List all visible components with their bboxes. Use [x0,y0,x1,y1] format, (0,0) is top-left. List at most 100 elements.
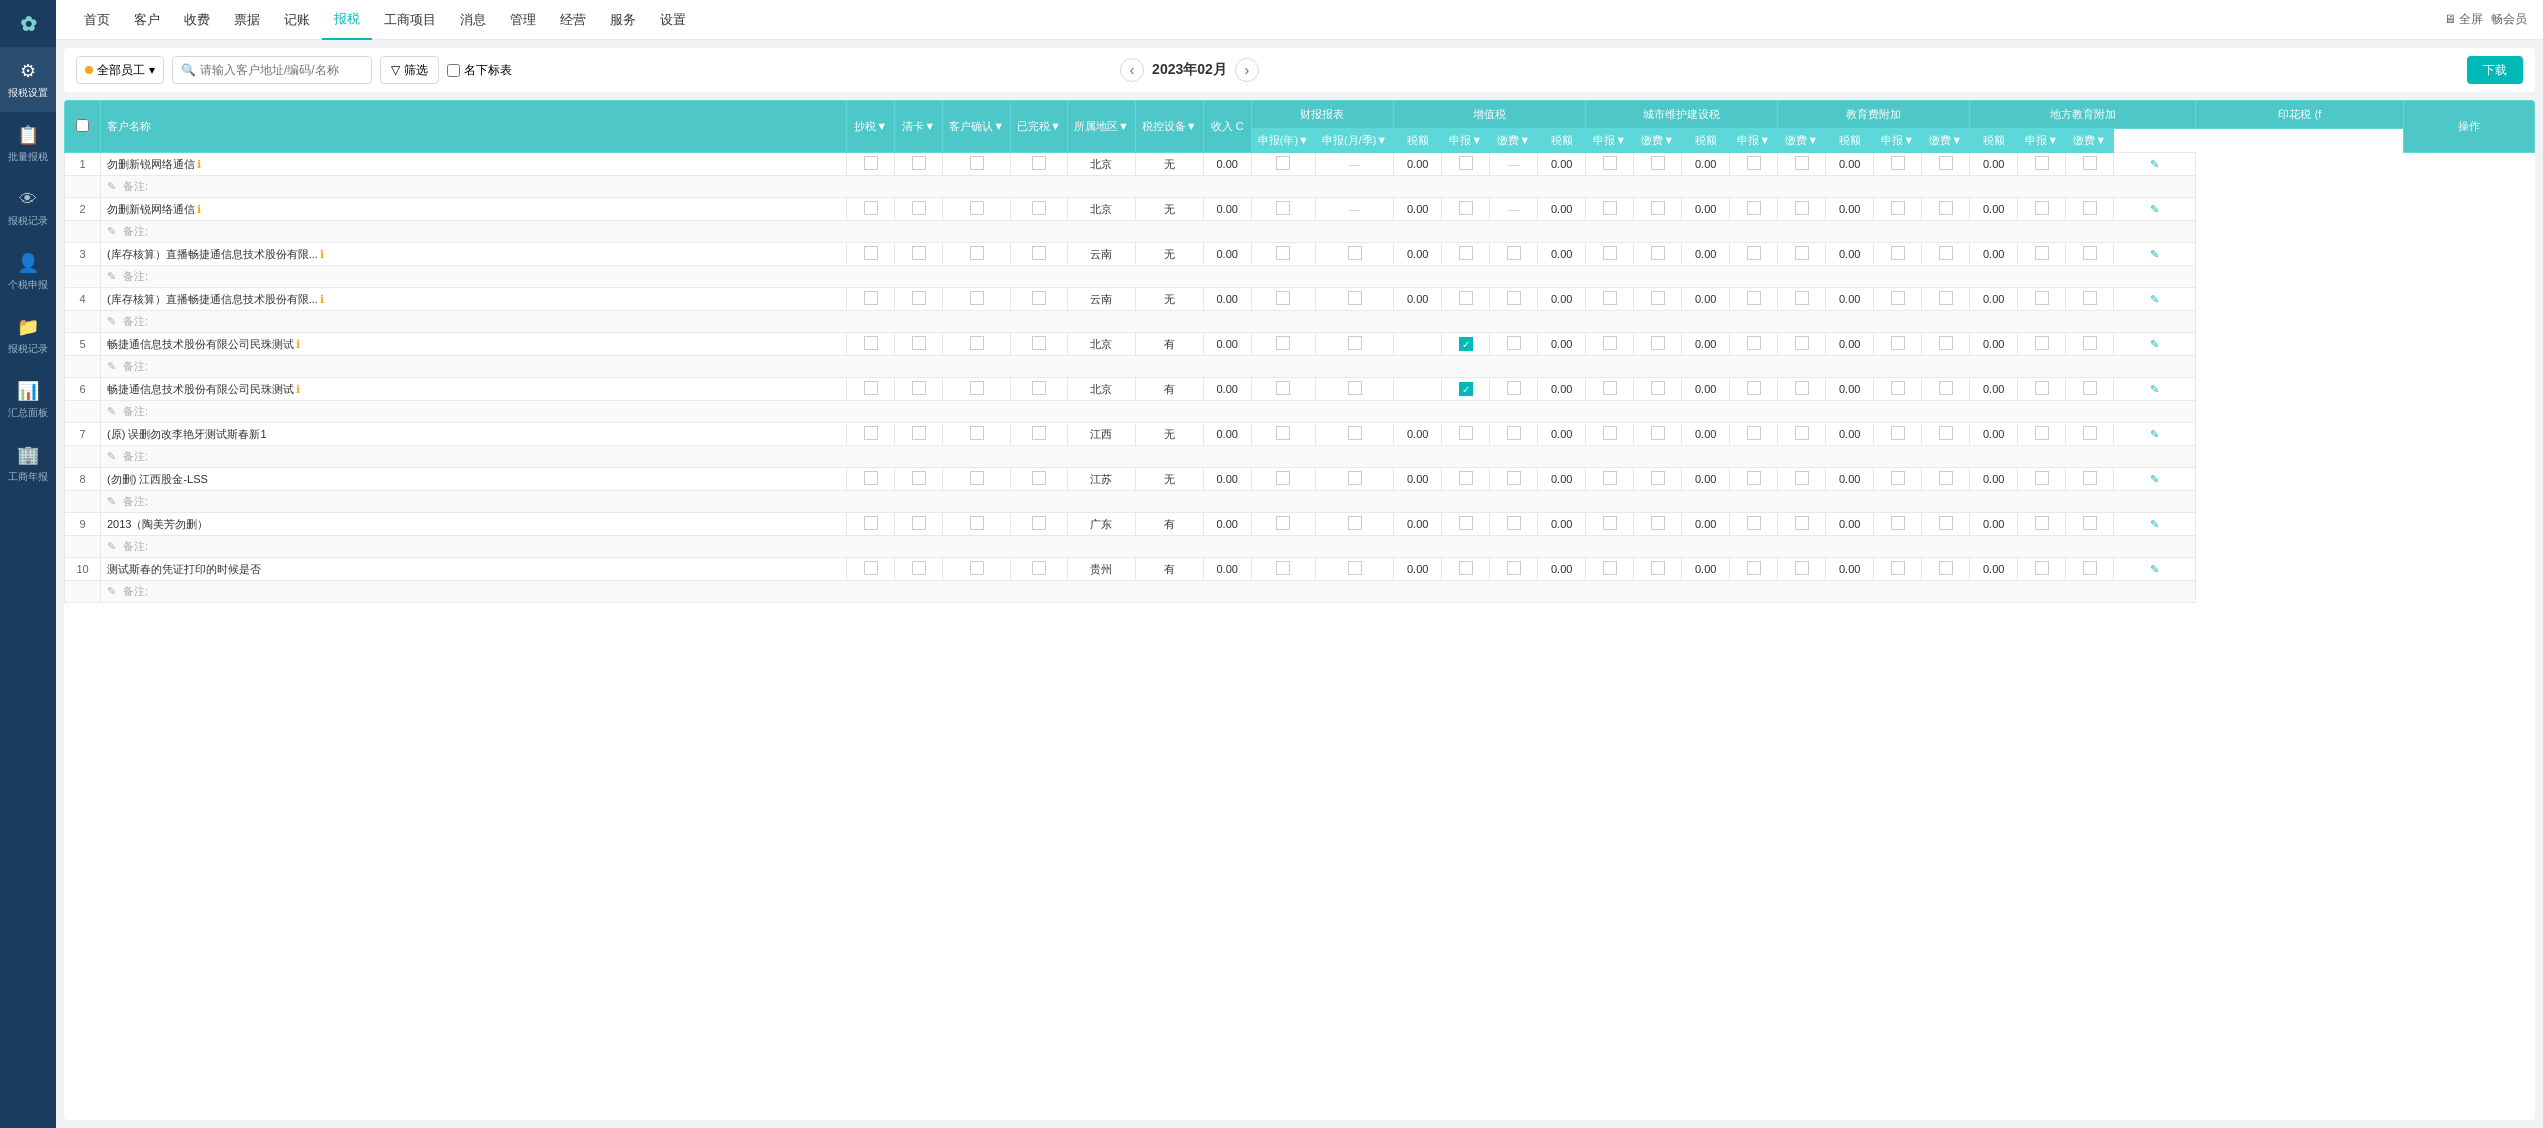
chaoshui-cell[interactable] [847,378,895,401]
edu-shen-cell[interactable] [1730,468,1778,491]
unchecked-box[interactable] [1032,291,1046,305]
qingka-cell[interactable] [895,243,943,266]
edu-jiao-cell[interactable] [1778,423,1826,446]
edu-jiao-cell[interactable] [1778,198,1826,221]
qingka-cell[interactable] [895,153,943,176]
sidebar-item-geshuishenbao[interactable]: 👤 个税申报 [0,240,56,304]
prev-month-button[interactable]: ‹ [1120,58,1144,82]
fin-year-cell[interactable] [1251,333,1315,356]
city-jiao-cell[interactable] [1634,558,1682,581]
unchecked-box[interactable] [1795,516,1809,530]
edu-jiao-cell[interactable] [1778,288,1826,311]
unchecked-box[interactable] [1747,156,1761,170]
stamp-jiao-cell[interactable] [2066,468,2114,491]
unchecked-box[interactable] [1603,516,1617,530]
unchecked-box[interactable] [1795,471,1809,485]
vat-shen-cell[interactable] [1442,558,1490,581]
chaoshui-cell[interactable] [847,153,895,176]
unchecked-box[interactable] [912,561,926,575]
stamp-jiao-cell[interactable] [2066,153,2114,176]
qingka-cell[interactable] [895,513,943,536]
unchecked-box[interactable] [1747,291,1761,305]
stamp-shen-cell[interactable] [2018,423,2066,446]
edit-icon[interactable]: ✎ [2150,518,2159,530]
unchecked-box[interactable] [2083,246,2097,260]
unchecked-box[interactable] [1795,381,1809,395]
unchecked-box[interactable] [1795,561,1809,575]
unchecked-box[interactable] [1348,561,1362,575]
unchecked-box[interactable] [970,246,984,260]
stamp-shen-cell[interactable] [2018,198,2066,221]
vat-shen-cell[interactable]: ✓ [1442,333,1490,356]
unchecked-box[interactable] [1348,381,1362,395]
stamp-jiao-cell[interactable] [2066,333,2114,356]
unchecked-box[interactable] [1459,426,1473,440]
unchecked-box[interactable] [864,156,878,170]
chaoshui-cell[interactable] [847,558,895,581]
unchecked-box[interactable] [912,471,926,485]
unchecked-box[interactable] [1795,246,1809,260]
operation-cell[interactable]: ✎ [2114,243,2196,266]
vat-jiao-cell[interactable] [1490,423,1538,446]
fin-year-cell[interactable] [1251,378,1315,401]
unchecked-box[interactable] [1276,291,1290,305]
unchecked-box[interactable] [1747,516,1761,530]
city-jiao-cell[interactable] [1634,288,1682,311]
unchecked-box[interactable] [1507,426,1521,440]
download-button[interactable]: 下载 [2467,56,2523,84]
unchecked-box[interactable] [1507,561,1521,575]
vat-shen-cell[interactable] [1442,423,1490,446]
confirm-cell[interactable] [943,153,1011,176]
confirm-cell[interactable] [943,243,1011,266]
unchecked-box[interactable] [2083,381,2097,395]
unchecked-box[interactable] [1651,516,1665,530]
unchecked-box[interactable] [912,246,926,260]
stamp-shen-cell[interactable] [2018,153,2066,176]
stamp-jiao-cell[interactable] [2066,558,2114,581]
unchecked-box[interactable] [1459,201,1473,215]
paid-cell[interactable] [1011,153,1068,176]
chaoshui-cell[interactable] [847,288,895,311]
unchecked-box[interactable] [1276,471,1290,485]
local-shen-cell[interactable] [1874,288,1922,311]
warning-icon[interactable]: ℹ [197,203,201,215]
edit-icon[interactable]: ✎ [2150,338,2159,350]
unchecked-box[interactable] [912,291,926,305]
unchecked-box[interactable] [2035,516,2049,530]
local-shen-cell[interactable] [1874,333,1922,356]
unchecked-box[interactable] [1651,156,1665,170]
edit-icon[interactable]: ✎ [2150,563,2159,575]
unchecked-box[interactable] [970,471,984,485]
select-all-checkbox[interactable] [76,119,89,132]
city-jiao-cell[interactable] [1634,513,1682,536]
edit-icon[interactable]: ✎ [2150,383,2159,395]
edu-shen-cell[interactable] [1730,288,1778,311]
operation-cell[interactable]: ✎ [2114,468,2196,491]
city-jiao-cell[interactable] [1634,333,1682,356]
sidebar-item-gongshangnianbaio[interactable]: 🏢 工商年报 [0,432,56,496]
local-shen-cell[interactable] [1874,198,1922,221]
unchecked-box[interactable] [864,516,878,530]
unchecked-box[interactable] [864,426,878,440]
unchecked-box[interactable] [912,426,926,440]
unchecked-box[interactable] [970,516,984,530]
unchecked-box[interactable] [1459,471,1473,485]
unchecked-box[interactable] [1939,246,1953,260]
unchecked-box[interactable] [1348,246,1362,260]
fin-year-cell[interactable] [1251,423,1315,446]
search-box[interactable]: 🔍 [172,56,372,84]
unchecked-box[interactable] [1939,336,1953,350]
vat-shen-cell[interactable] [1442,513,1490,536]
unchecked-box[interactable] [1651,246,1665,260]
local-jiao-cell[interactable] [1922,243,1970,266]
edit-icon[interactable]: ✎ [2150,293,2159,305]
confirm-cell[interactable] [943,333,1011,356]
unchecked-box[interactable] [1747,561,1761,575]
local-shen-cell[interactable] [1874,153,1922,176]
unchecked-box[interactable] [1603,156,1617,170]
paid-cell[interactable] [1011,423,1068,446]
confirm-cell[interactable] [943,513,1011,536]
unchecked-box[interactable] [1939,426,1953,440]
local-jiao-cell[interactable] [1922,513,1970,536]
unchecked-box[interactable] [2083,336,2097,350]
